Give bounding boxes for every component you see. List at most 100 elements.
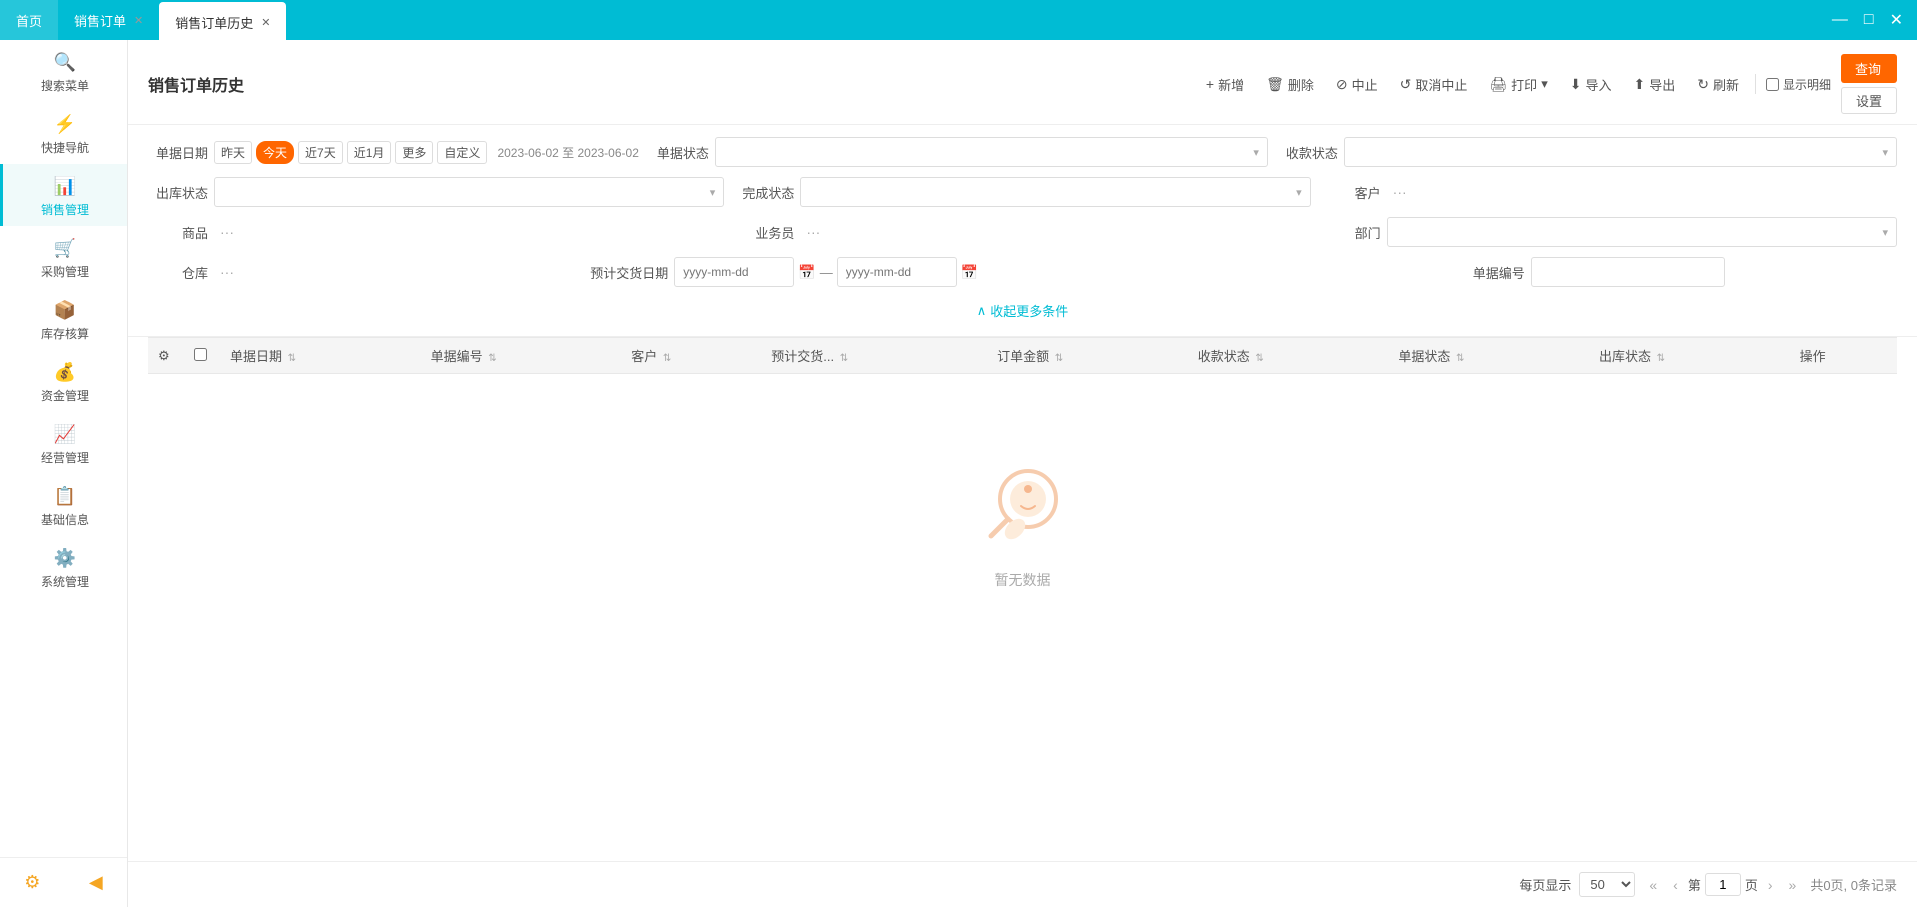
order-no-input[interactable] bbox=[1531, 257, 1725, 287]
sidebar-item-label: 资金管理 bbox=[41, 387, 89, 404]
page-header: 销售订单历史 + 新增 🗑 删除 ⊘ 中止 ↺ 取消中止 bbox=[128, 40, 1917, 125]
date-yesterday-btn[interactable]: 昨天 bbox=[214, 141, 252, 164]
delivery-status-select[interactable]: ▾ bbox=[214, 177, 724, 207]
sidebar-settings-btn[interactable]: ⚙ bbox=[16, 868, 48, 897]
sidebar-item-search-menu[interactable]: 🔍 搜索菜单 bbox=[0, 40, 127, 102]
purchase-mgmt-icon: 🛒 bbox=[54, 238, 76, 259]
sidebar-item-label: 系统管理 bbox=[41, 573, 89, 590]
product-label: 商品 bbox=[148, 223, 208, 242]
filter-row-1: 单据日期 昨天 今天 近7天 近1月 更多 自定义 2023-06-02 至 2 bbox=[148, 137, 1897, 167]
page-title: 销售订单历史 bbox=[148, 72, 244, 96]
sidebar-item-sales-mgmt[interactable]: 📊 销售管理 bbox=[0, 164, 127, 226]
tab-sales-order-history-close[interactable]: ✕ bbox=[261, 16, 270, 29]
minimize-btn[interactable]: — bbox=[1826, 7, 1854, 33]
stop-btn[interactable]: ⊘ 中止 bbox=[1330, 71, 1384, 98]
new-btn[interactable]: + 新增 bbox=[1200, 71, 1250, 98]
dept-label: 部门 bbox=[1321, 223, 1381, 242]
select-all-checkbox[interactable] bbox=[194, 348, 207, 361]
sidebar-collapse-btn[interactable]: ◀ bbox=[81, 868, 111, 897]
inventory-icon: 📦 bbox=[54, 300, 76, 321]
table-gear-icon[interactable]: ⚙ bbox=[158, 348, 170, 363]
delivery-date-to[interactable] bbox=[837, 257, 957, 287]
warehouse-dots-btn[interactable]: ··· bbox=[214, 262, 240, 282]
th-delivery-status[interactable]: 出库状态 ⇅ bbox=[1589, 338, 1790, 374]
order-no-control bbox=[1531, 257, 1897, 287]
th-check bbox=[184, 338, 220, 374]
warehouse-label: 仓库 bbox=[148, 263, 208, 282]
calendar-to-icon[interactable]: 📅 bbox=[961, 264, 978, 281]
filter-warehouse: 仓库 ··· bbox=[148, 262, 580, 282]
first-page-btn[interactable]: « bbox=[1643, 875, 1663, 895]
sidebar-item-sys-mgmt[interactable]: ⚙️ 系统管理 bbox=[0, 536, 127, 598]
th-order-no[interactable]: 单据编号 ⇅ bbox=[421, 338, 622, 374]
sidebar-bottom: ⚙ ◀ bbox=[0, 857, 127, 907]
sidebar-item-quick-nav[interactable]: ⚡ 快捷导航 bbox=[0, 102, 127, 164]
date-1month-btn[interactable]: 近1月 bbox=[347, 141, 392, 164]
tab-sales-order-close[interactable]: ✕ bbox=[134, 14, 143, 27]
maximize-btn[interactable]: □ bbox=[1858, 7, 1880, 33]
expected-delivery-label: 预计交货日期 bbox=[590, 263, 668, 282]
empty-row: 暂无数据 bbox=[148, 374, 1897, 671]
stop-icon: ⊘ bbox=[1336, 76, 1348, 93]
close-btn[interactable]: ✕ bbox=[1884, 6, 1909, 34]
expected-delivery-control: 📅 — 📅 bbox=[674, 257, 1454, 287]
date-today-btn[interactable]: 今天 bbox=[256, 141, 294, 164]
customer-dots-btn[interactable]: ··· bbox=[1387, 182, 1413, 202]
tab-sales-order[interactable]: 销售订单 ✕ bbox=[58, 0, 159, 40]
next-page-btn[interactable]: › bbox=[1762, 875, 1779, 895]
complete-status-label: 完成状态 bbox=[734, 183, 794, 202]
page-size-select[interactable]: 50 10 20 100 bbox=[1579, 872, 1635, 897]
tab-home[interactable]: 首页 bbox=[0, 0, 58, 40]
sidebar-item-purchase-mgmt[interactable]: 🛒 采购管理 bbox=[0, 226, 127, 288]
search-menu-icon: 🔍 bbox=[54, 52, 76, 73]
product-dots-btn[interactable]: ··· bbox=[214, 222, 240, 242]
calendar-from-icon[interactable]: 📅 bbox=[798, 264, 815, 281]
show-detail-label[interactable]: 显示明细 bbox=[1766, 76, 1831, 93]
sys-mgmt-icon: ⚙️ bbox=[54, 548, 76, 569]
page-label-suffix: 页 bbox=[1745, 875, 1758, 894]
print-btn[interactable]: 🖨 打印 ▾ bbox=[1483, 71, 1553, 98]
th-pay-status[interactable]: 收款状态 ⇅ bbox=[1188, 338, 1389, 374]
cancel-stop-btn[interactable]: ↺ 取消中止 bbox=[1394, 71, 1474, 98]
last-page-btn[interactable]: » bbox=[1783, 875, 1803, 895]
sort-order-no-icon: ⇅ bbox=[488, 353, 496, 364]
filter-order-status: 单据状态 ▾ bbox=[649, 137, 1268, 167]
page-number-input[interactable] bbox=[1705, 873, 1741, 896]
settings-btn[interactable]: 设置 bbox=[1841, 87, 1897, 114]
dept-select[interactable]: ▾ bbox=[1387, 217, 1897, 247]
th-expected-delivery[interactable]: 预计交货... ⇅ bbox=[761, 338, 987, 374]
export-icon: ⬆ bbox=[1633, 76, 1645, 93]
sidebar-item-label: 经营管理 bbox=[41, 449, 89, 466]
delivery-status-control: ▾ bbox=[214, 177, 724, 207]
prev-page-btn[interactable]: ‹ bbox=[1667, 875, 1684, 895]
salesperson-dots-btn[interactable]: ··· bbox=[800, 222, 826, 242]
th-amount[interactable]: 订单金额 ⇅ bbox=[987, 338, 1188, 374]
delivery-date-from[interactable] bbox=[674, 257, 794, 287]
sidebar-item-basic-info[interactable]: 📋 基础信息 bbox=[0, 474, 127, 536]
date-more-btn[interactable]: 更多 bbox=[395, 141, 433, 164]
th-order-status[interactable]: 单据状态 ⇅ bbox=[1388, 338, 1589, 374]
import-icon: ⬇ bbox=[1570, 76, 1582, 93]
query-btn[interactable]: 查询 bbox=[1841, 54, 1897, 83]
collapse-more-btn[interactable]: ∧ 收起更多条件 bbox=[148, 297, 1897, 324]
export-btn[interactable]: ⬆ 导出 bbox=[1627, 71, 1681, 98]
operations-icon: 📈 bbox=[54, 424, 76, 445]
complete-status-select[interactable]: ▾ bbox=[800, 177, 1310, 207]
date-custom-btn[interactable]: 自定义 bbox=[437, 141, 487, 164]
show-detail-checkbox[interactable] bbox=[1766, 78, 1779, 91]
sidebar-item-operations[interactable]: 📈 经营管理 bbox=[0, 412, 127, 474]
th-date[interactable]: 单据日期 ⇅ bbox=[220, 338, 421, 374]
refresh-btn[interactable]: ↻ 刷新 bbox=[1691, 71, 1745, 98]
filter-dept: 部门 ▾ bbox=[1321, 217, 1897, 247]
delete-btn[interactable]: 🗑 删除 bbox=[1260, 71, 1320, 98]
sidebar-item-finance[interactable]: 💰 资金管理 bbox=[0, 350, 127, 412]
order-status-select[interactable]: ▾ bbox=[715, 137, 1268, 167]
date-7days-btn[interactable]: 近7天 bbox=[298, 141, 343, 164]
import-btn[interactable]: ⬇ 导入 bbox=[1564, 71, 1618, 98]
tab-sales-order-history[interactable]: 销售订单历史 ✕ bbox=[159, 2, 286, 42]
th-customer[interactable]: 客户 ⇅ bbox=[621, 338, 761, 374]
sidebar-item-label: 销售管理 bbox=[41, 201, 89, 218]
pay-status-select[interactable]: ▾ bbox=[1344, 137, 1897, 167]
sidebar-item-inventory[interactable]: 📦 库存核算 bbox=[0, 288, 127, 350]
main-layout: 🔍 搜索菜单 ⚡ 快捷导航 📊 销售管理 🛒 采购管理 📦 库存核算 💰 资金管… bbox=[0, 40, 1917, 907]
